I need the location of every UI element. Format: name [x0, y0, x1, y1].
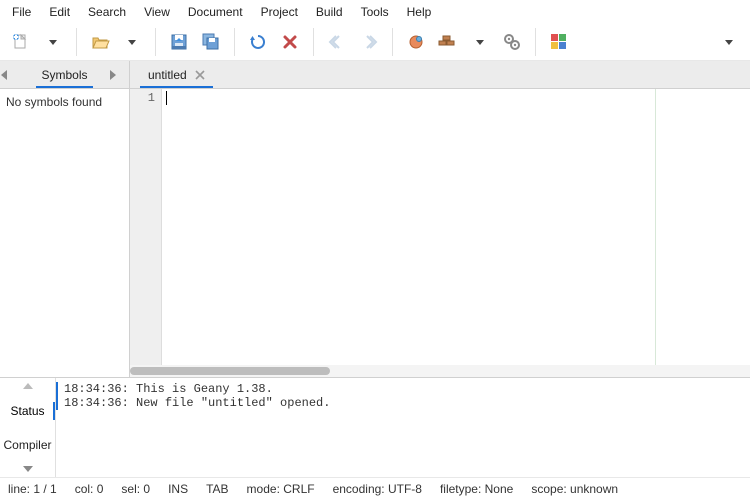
message-tabstrip: Status Compiler [0, 378, 56, 477]
menu-document[interactable]: Document [180, 2, 251, 22]
chevron-up-icon [23, 382, 33, 390]
sidebar-scroll-left[interactable] [0, 70, 20, 80]
toolbar-separator [76, 28, 77, 56]
sidebar-tabstrip: Symbols [0, 61, 129, 89]
new-file-dropdown[interactable] [40, 29, 66, 55]
message-tab-status[interactable]: Status [0, 394, 55, 428]
save-button[interactable] [166, 29, 192, 55]
close-icon [281, 33, 299, 51]
status-filetype: filetype: None [440, 482, 513, 496]
toolbar-separator [234, 28, 235, 56]
new-file-button[interactable] [8, 29, 34, 55]
compile-button[interactable] [403, 29, 429, 55]
color-chooser-icon [549, 32, 569, 52]
menu-project[interactable]: Project [253, 2, 306, 22]
chevron-down-icon [49, 40, 57, 45]
chevron-right-icon [109, 70, 117, 80]
sidebar-body: No symbols found [0, 89, 129, 377]
main-area: Symbols No symbols found untitled 1 [0, 60, 750, 377]
menubar: File Edit Search View Document Project B… [0, 0, 750, 24]
toolbar-separator [313, 28, 314, 56]
message-scroll-down[interactable] [23, 462, 33, 478]
editor-hscrollbar[interactable] [130, 365, 750, 377]
sidebar-tab-symbols[interactable]: Symbols [20, 63, 109, 87]
build-button[interactable] [435, 29, 461, 55]
color-chooser-button[interactable] [546, 29, 572, 55]
sidebar-empty-text: No symbols found [6, 95, 102, 109]
nav-back-button[interactable] [324, 29, 350, 55]
text-caret [166, 91, 167, 105]
close-tab-icon[interactable] [195, 70, 205, 80]
status-sel: sel: 0 [121, 482, 150, 496]
reload-button[interactable] [245, 29, 271, 55]
nav-back-icon [327, 32, 347, 52]
menu-build[interactable]: Build [308, 2, 351, 22]
status-insert-mode: INS [168, 482, 188, 496]
build-dropdown[interactable] [467, 29, 493, 55]
message-selection-marker [56, 382, 58, 410]
nav-forward-icon [359, 32, 379, 52]
chevron-down-icon [476, 40, 484, 45]
message-scroll-up[interactable] [23, 378, 33, 394]
menu-search[interactable]: Search [80, 2, 134, 22]
menu-edit[interactable]: Edit [41, 2, 78, 22]
message-tab-compiler[interactable]: Compiler [0, 428, 55, 462]
chevron-down-icon [725, 40, 733, 45]
close-file-button[interactable] [277, 29, 303, 55]
editor-area: untitled 1 [130, 61, 750, 377]
sidebar: Symbols No symbols found [0, 61, 130, 377]
scrollbar-thumb[interactable] [130, 367, 330, 375]
run-gears-icon [502, 32, 522, 52]
line-gutter: 1 [130, 89, 162, 377]
status-eol-mode: mode: CRLF [247, 482, 315, 496]
menu-tools[interactable]: Tools [353, 2, 397, 22]
compile-icon [406, 32, 426, 52]
editor-tabstrip: untitled [130, 61, 750, 89]
nav-forward-button[interactable] [356, 29, 382, 55]
editor-body: 1 [130, 89, 750, 377]
status-tab-mode: TAB [206, 482, 228, 496]
toolbar-overflow[interactable] [716, 29, 742, 55]
message-line: 18:34:36: This is Geany 1.38. [64, 382, 742, 396]
toolbar [0, 24, 750, 60]
menu-help[interactable]: Help [399, 2, 440, 22]
chevron-down-icon [128, 40, 136, 45]
message-line: 18:34:36: New file "untitled" opened. [64, 396, 742, 410]
menu-file[interactable]: File [4, 2, 39, 22]
status-scope: scope: unknown [531, 482, 618, 496]
message-panel: Status Compiler 18:34:36: This is Geany … [0, 377, 750, 477]
editor-tab-label: untitled [148, 68, 187, 82]
status-encoding: encoding: UTF-8 [333, 482, 422, 496]
build-icon [437, 33, 459, 51]
open-file-button[interactable] [87, 29, 113, 55]
code-text-area[interactable] [162, 89, 750, 377]
chevron-left-icon [0, 70, 8, 80]
reload-icon [248, 32, 268, 52]
status-line: line: 1 / 1 [8, 482, 57, 496]
editor-tab-untitled[interactable]: untitled [140, 63, 213, 87]
statusbar: line: 1 / 1 col: 0 sel: 0 INS TAB mode: … [0, 477, 750, 501]
open-file-icon [90, 32, 110, 52]
status-col: col: 0 [75, 482, 104, 496]
save-all-button[interactable] [198, 29, 224, 55]
menu-view[interactable]: View [136, 2, 178, 22]
chevron-down-icon [23, 465, 33, 473]
run-button[interactable] [499, 29, 525, 55]
toolbar-separator [392, 28, 393, 56]
long-line-marker [655, 89, 656, 377]
line-number: 1 [130, 91, 155, 105]
save-icon [169, 32, 189, 52]
message-tab-label: Status [10, 404, 44, 418]
message-body[interactable]: 18:34:36: This is Geany 1.38. 18:34:36: … [56, 378, 750, 477]
open-file-dropdown[interactable] [119, 29, 145, 55]
toolbar-separator [155, 28, 156, 56]
sidebar-scroll-right[interactable] [109, 70, 129, 80]
active-tab-marker [53, 402, 55, 420]
toolbar-separator [535, 28, 536, 56]
save-all-icon [201, 32, 221, 52]
new-file-icon [11, 32, 31, 52]
